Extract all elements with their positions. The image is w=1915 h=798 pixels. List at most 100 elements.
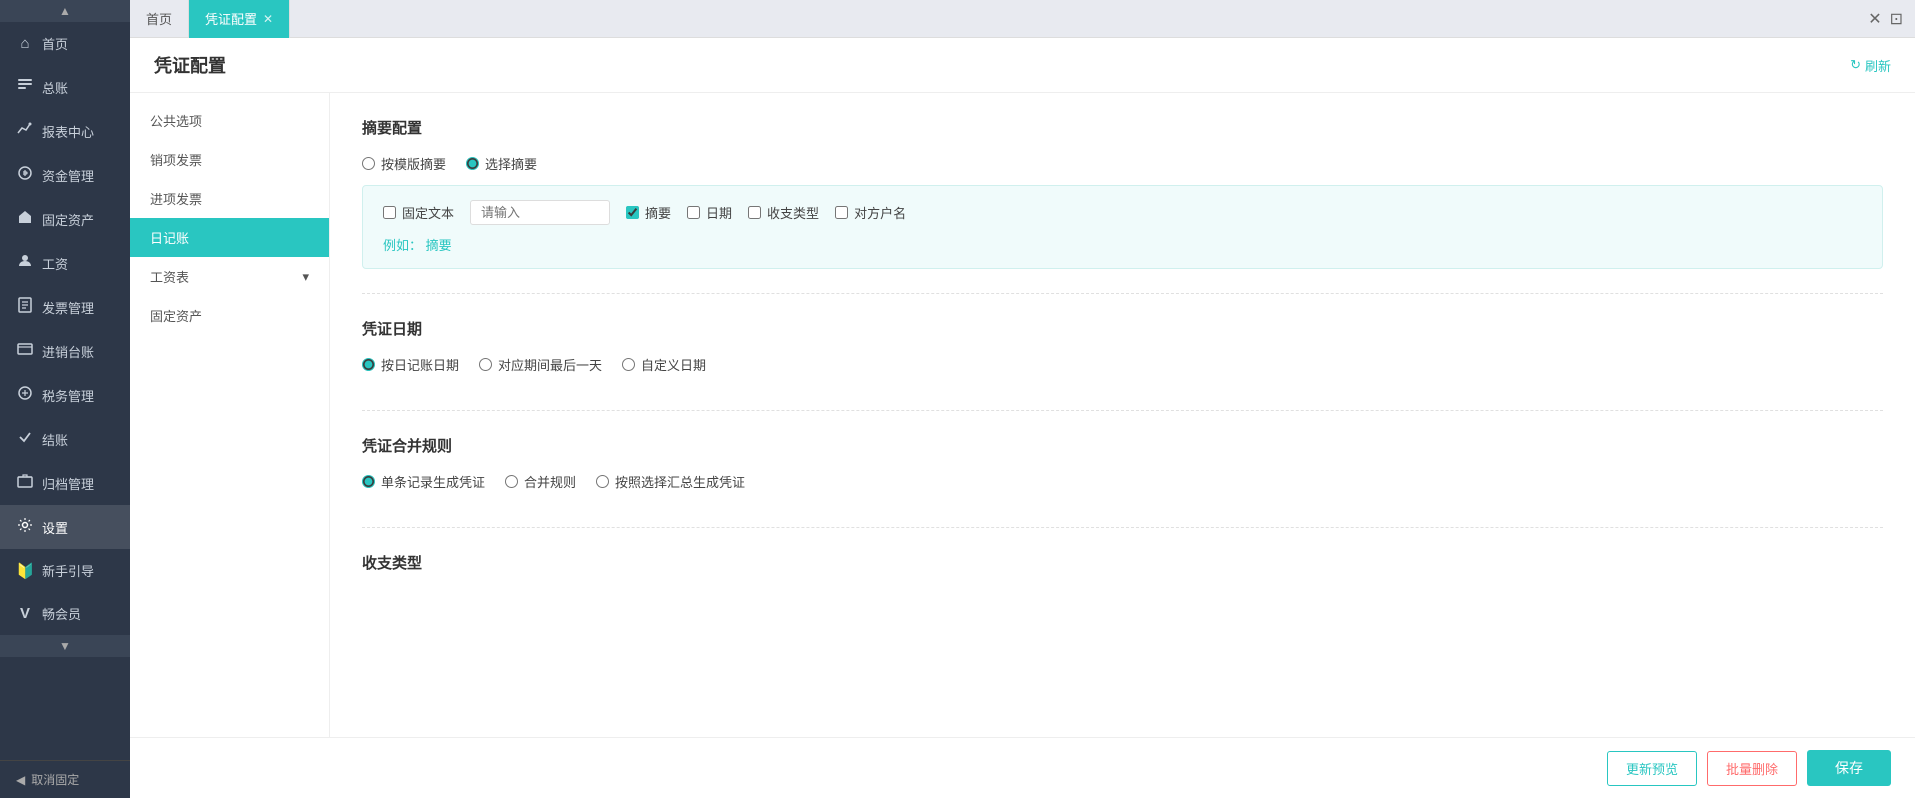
- custom-date-radio[interactable]: [622, 358, 635, 371]
- merge-rule-title: 凭证合并规则: [362, 435, 1883, 456]
- custom-date-option[interactable]: 自定义日期: [622, 355, 706, 374]
- home-icon: ⌂: [16, 35, 34, 52]
- refresh-btn[interactable]: ↻ 刷新: [1850, 56, 1891, 75]
- select-summary-option[interactable]: 按照选择汇总生成凭证: [596, 472, 745, 491]
- sidebar-item-ledger[interactable]: 总账: [0, 65, 130, 109]
- summary-example: 例如： 摘要: [383, 235, 1862, 254]
- assets-icon: [16, 209, 34, 229]
- tab-voucher-config[interactable]: 凭证配置 ✕: [189, 0, 290, 38]
- voucher-date-options-row: 按日记账日期 对应期间最后一天 自定义日期: [362, 355, 1883, 374]
- journal-date-radio[interactable]: [362, 358, 375, 371]
- single-record-option[interactable]: 单条记录生成凭证: [362, 472, 485, 491]
- sidebar-scroll-down[interactable]: ▼: [0, 635, 130, 657]
- income-type-section: 收支类型: [362, 552, 1883, 613]
- left-nav-fixed-assets[interactable]: 固定资产: [130, 296, 329, 335]
- purchase-sales-icon: [16, 341, 34, 361]
- page-header: 凭证配置 ↻ 刷新: [130, 38, 1915, 93]
- sidebar-unpin-btn[interactable]: ◀ 取消固定: [0, 760, 130, 798]
- tax-icon: [16, 385, 34, 405]
- summary-config-box: 固定文本 摘要 日期: [362, 185, 1883, 269]
- left-nav-public[interactable]: 公共选项: [130, 101, 329, 140]
- summary-section: 摘要配置 按模版摘要 选择摘要: [362, 117, 1883, 294]
- content-area: 凭证配置 ↻ 刷新 公共选项 销项发票 进项发票 日记账: [130, 38, 1915, 798]
- fixed-text-input[interactable]: [470, 200, 610, 225]
- member-icon: V: [16, 605, 34, 622]
- unpin-icon: ◀: [16, 773, 25, 787]
- main-area: 首页 凭证配置 ✕ ✕ ⊡ 凭证配置 ↻ 刷新 公共选项: [130, 0, 1915, 798]
- summary-section-title: 摘要配置: [362, 117, 1883, 138]
- merge-rule-section: 凭证合并规则 单条记录生成凭证 合并规则 按照选择汇总生成凭证: [362, 435, 1883, 528]
- save-btn[interactable]: 保存: [1807, 750, 1891, 786]
- invoice-mgmt-icon: [16, 297, 34, 317]
- sidebar: ▲ ⌂ 首页 总账 报表中心 资金管理 固定资产 工资: [0, 0, 130, 798]
- tab-bar-actions: ✕ ⊡: [1868, 9, 1915, 29]
- bottom-bar: 更新预览 批量删除 保存: [130, 737, 1915, 798]
- tab-bar: 首页 凭证配置 ✕ ✕ ⊡: [130, 0, 1915, 38]
- funds-icon: [16, 165, 34, 185]
- sidebar-item-report[interactable]: 报表中心: [0, 109, 130, 153]
- merge-rules-option[interactable]: 合并规则: [505, 472, 576, 491]
- left-nav: 公共选项 销项发票 进项发票 日记账 工资表 ▾ 固定资产: [130, 93, 330, 737]
- guide-icon: 🔰: [16, 562, 34, 580]
- chevron-down-icon: ▾: [302, 269, 309, 285]
- sidebar-item-funds[interactable]: 资金管理: [0, 153, 130, 197]
- summary-template-radio[interactable]: [362, 157, 375, 170]
- sidebar-item-invoice-mgmt[interactable]: 发票管理: [0, 285, 130, 329]
- left-nav-sales-invoice[interactable]: 销项发票: [130, 140, 329, 179]
- sidebar-item-guide[interactable]: 🔰 新手引导: [0, 549, 130, 592]
- counterpart-option[interactable]: 对方户名: [835, 203, 906, 222]
- single-record-radio[interactable]: [362, 475, 375, 488]
- page-title: 凭证配置: [154, 52, 226, 78]
- sidebar-item-purchase-sales[interactable]: 进销台账: [0, 329, 130, 373]
- summary-checkbox[interactable]: [626, 206, 639, 219]
- report-icon: [16, 121, 34, 141]
- archive-icon: [16, 473, 34, 493]
- sidebar-item-checkout[interactable]: 结账: [0, 417, 130, 461]
- income-type-title: 收支类型: [362, 552, 1883, 573]
- tab-close-window-btn[interactable]: ✕: [1868, 9, 1881, 29]
- summary-field-option[interactable]: 摘要: [626, 203, 671, 222]
- summary-select-radio[interactable]: [466, 157, 479, 170]
- date-checkbox[interactable]: [687, 206, 700, 219]
- fixed-text-option[interactable]: 固定文本: [383, 203, 454, 222]
- body-area: 公共选项 销项发票 进项发票 日记账 工资表 ▾ 固定资产: [130, 93, 1915, 737]
- sidebar-item-archive[interactable]: 归档管理: [0, 461, 130, 505]
- voucher-date-section: 凭证日期 按日记账日期 对应期间最后一天 自定义日期: [362, 318, 1883, 411]
- counterpart-checkbox[interactable]: [835, 206, 848, 219]
- journal-date-option[interactable]: 按日记账日期: [362, 355, 459, 374]
- tab-home[interactable]: 首页: [130, 0, 189, 38]
- ledger-icon: [16, 77, 34, 97]
- left-nav-journal[interactable]: 日记账: [130, 218, 329, 257]
- select-summary-radio[interactable]: [596, 475, 609, 488]
- update-preview-btn[interactable]: 更新预览: [1607, 751, 1697, 786]
- sidebar-item-settings[interactable]: 设置: [0, 505, 130, 549]
- salary-icon: [16, 253, 34, 273]
- refresh-icon: ↻: [1850, 57, 1861, 73]
- sidebar-item-tax[interactable]: 税务管理: [0, 373, 130, 417]
- last-day-option[interactable]: 对应期间最后一天: [479, 355, 602, 374]
- fixed-text-checkbox[interactable]: [383, 206, 396, 219]
- sidebar-item-home[interactable]: ⌂ 首页: [0, 22, 130, 65]
- summary-mode-row: 按模版摘要 选择摘要: [362, 154, 1883, 173]
- summary-template-option[interactable]: 按模版摘要: [362, 154, 446, 173]
- income-type-checkbox[interactable]: [748, 206, 761, 219]
- sidebar-item-assets[interactable]: 固定资产: [0, 197, 130, 241]
- merge-rules-radio[interactable]: [505, 475, 518, 488]
- date-option[interactable]: 日期: [687, 203, 732, 222]
- tab-close-btn[interactable]: ✕: [263, 13, 273, 25]
- sidebar-scroll-up[interactable]: ▲: [0, 0, 130, 22]
- right-content: 摘要配置 按模版摘要 选择摘要: [330, 93, 1915, 737]
- checkout-icon: [16, 429, 34, 449]
- sidebar-item-salary[interactable]: 工资: [0, 241, 130, 285]
- left-nav-salary-table[interactable]: 工资表 ▾: [130, 257, 329, 296]
- income-type-option[interactable]: 收支类型: [748, 203, 819, 222]
- summary-select-option[interactable]: 选择摘要: [466, 154, 537, 173]
- sidebar-item-member[interactable]: V 畅会员: [0, 592, 130, 635]
- summary-fields-row: 固定文本 摘要 日期: [383, 200, 1862, 225]
- tab-restore-btn[interactable]: ⊡: [1890, 9, 1903, 29]
- settings-icon: [16, 517, 34, 537]
- batch-delete-btn[interactable]: 批量删除: [1707, 751, 1797, 786]
- left-nav-purchase-invoice[interactable]: 进项发票: [130, 179, 329, 218]
- merge-rule-options-row: 单条记录生成凭证 合并规则 按照选择汇总生成凭证: [362, 472, 1883, 491]
- last-day-radio[interactable]: [479, 358, 492, 371]
